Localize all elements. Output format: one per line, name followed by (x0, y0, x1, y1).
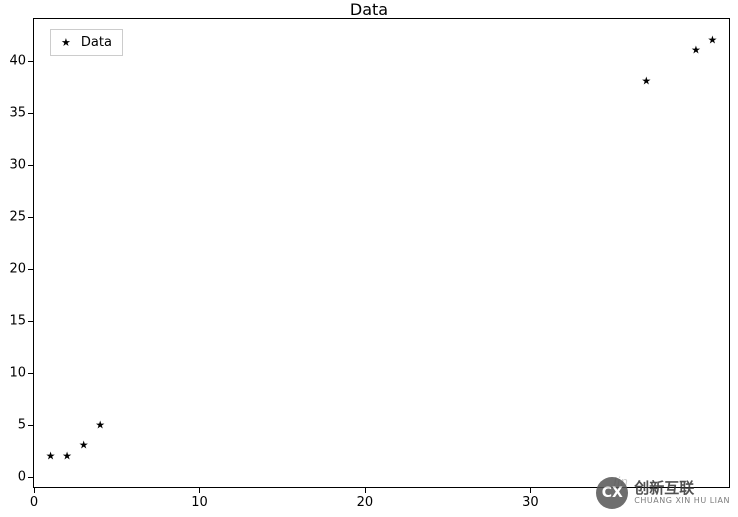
y-tick-label: 5 (18, 417, 34, 432)
watermark-cn: 创新互联 (634, 480, 730, 497)
watermark-logo-icon: CX (596, 477, 628, 509)
data-point: ★ (46, 450, 56, 461)
x-tick-label: 0 (30, 487, 38, 510)
y-tick-label: 35 (9, 105, 34, 120)
y-tick-label: 25 (9, 209, 34, 224)
watermark: CX 创新互联 CHUANG XIN HU LIAN (596, 477, 730, 509)
x-tick-label: 20 (357, 487, 374, 510)
data-point: ★ (691, 45, 701, 56)
y-tick-label: 0 (18, 469, 34, 484)
x-tick-label: 30 (522, 487, 539, 510)
data-point: ★ (708, 34, 718, 45)
x-tick-label: 10 (191, 487, 208, 510)
data-point: ★ (79, 440, 89, 451)
legend-label: Data (81, 35, 112, 50)
y-tick-label: 20 (9, 261, 34, 276)
watermark-en: CHUANG XIN HU LIAN (634, 497, 730, 506)
figure: Data ★ Data 01020300510152025303540★★★★★… (0, 0, 738, 517)
y-tick-label: 15 (9, 313, 34, 328)
data-point: ★ (641, 76, 651, 87)
y-tick-label: 30 (9, 157, 34, 172)
axes: ★ Data 01020300510152025303540★★★★★★★ (33, 18, 730, 488)
y-tick-label: 10 (9, 365, 34, 380)
data-point: ★ (95, 419, 105, 430)
data-point: ★ (62, 450, 72, 461)
star-icon: ★ (61, 36, 71, 49)
y-tick-label: 40 (9, 53, 34, 68)
chart-title: Data (0, 0, 738, 19)
legend: ★ Data (50, 29, 123, 56)
watermark-text: 创新互联 CHUANG XIN HU LIAN (634, 480, 730, 505)
